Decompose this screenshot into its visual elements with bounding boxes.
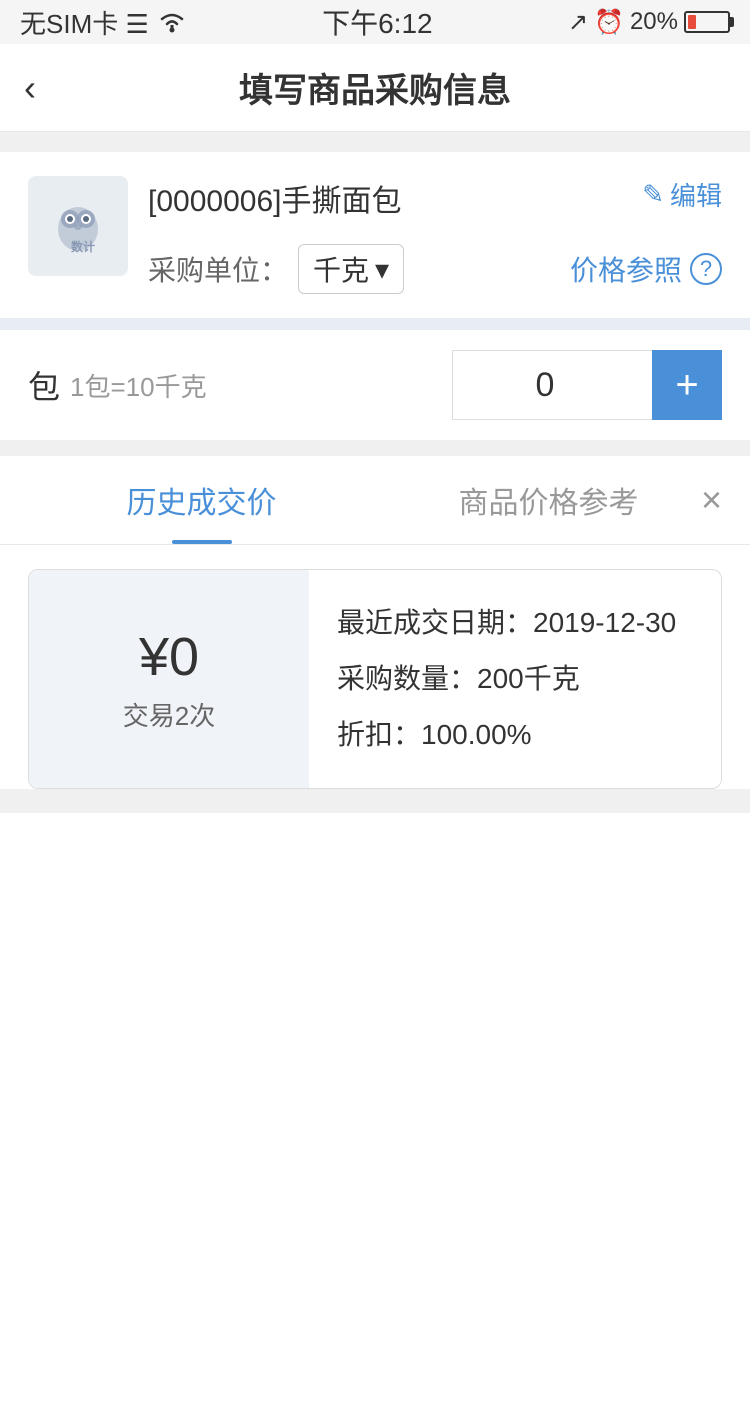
product-thumbnail: 数计	[28, 176, 128, 276]
svg-text:数计: 数计	[71, 239, 95, 254]
history-price-section: ¥0 交易2次	[29, 570, 309, 788]
purchase-qty-row: 采购数量：200千克	[337, 658, 693, 700]
status-right: ↗ ⏰ 20%	[568, 8, 730, 37]
quantity-convert: 1包=10千克	[70, 367, 207, 404]
wifi-icon	[157, 11, 187, 33]
price-ref-label: 价格参照	[570, 249, 682, 289]
help-icon: ?	[690, 253, 722, 285]
close-button[interactable]: ×	[701, 479, 722, 521]
bottom-panel: 历史成交价 商品价格参考 × ¥0 交易2次 最近成交日期：2019-12-30…	[0, 456, 750, 789]
edit-button[interactable]: ✎ 编辑	[642, 176, 722, 213]
status-left: 无SIM卡 ☰	[20, 4, 187, 41]
quantity-label: 包 1包=10千克	[28, 362, 207, 408]
quantity-plus-button[interactable]: +	[652, 350, 722, 420]
carrier-text: 无SIM卡 ☰	[20, 4, 149, 41]
status-bar: 无SIM卡 ☰ 下午6:12 ↗ ⏰ 20%	[0, 0, 750, 44]
tab-price-reference[interactable]: 商品价格参考	[375, 456, 722, 544]
product-card: 数计 [0000006]手撕面包 ✎ 编辑 采购单位： 千克 ▾	[0, 152, 750, 318]
tab-underline	[172, 540, 232, 544]
discount-row: 折扣：100.00%	[337, 714, 693, 756]
location-icon: ↗	[568, 8, 588, 37]
back-button[interactable]: ‹	[24, 67, 36, 109]
history-card: ¥0 交易2次 最近成交日期：2019-12-30 采购数量：200千克 折扣：…	[28, 569, 722, 789]
edit-icon: ✎	[642, 179, 664, 210]
unit-value: 千克	[313, 249, 369, 289]
product-info: [0000006]手撕面包 ✎ 编辑 采购单位： 千克 ▾ 价格参照 ?	[148, 176, 722, 294]
quantity-unit: 包	[28, 362, 60, 408]
product-name: [0000006]手撕面包	[148, 176, 401, 220]
tabs-row: 历史成交价 商品价格参考 ×	[0, 456, 750, 545]
chevron-down-icon: ▾	[375, 253, 389, 286]
tab-history-price[interactable]: 历史成交价	[28, 456, 375, 544]
alarm-icon: ⏰	[594, 8, 624, 37]
quantity-input-group: +	[452, 350, 722, 420]
page-title: 填写商品采购信息	[239, 63, 511, 112]
battery-icon	[684, 11, 730, 33]
history-details-section: 最近成交日期：2019-12-30 采购数量：200千克 折扣：100.00%	[309, 570, 721, 788]
history-price-value: ¥0	[139, 626, 199, 688]
owl-logo-icon: 数计	[43, 191, 113, 261]
recent-date-row: 最近成交日期：2019-12-30	[337, 602, 693, 644]
unit-label: 采购单位：	[148, 249, 288, 289]
quantity-input[interactable]	[452, 350, 652, 420]
status-time: 下午6:12	[322, 2, 433, 42]
nav-bar: ‹ 填写商品采购信息	[0, 44, 750, 132]
unit-select-dropdown[interactable]: 千克 ▾	[298, 244, 404, 294]
battery-percent: 20%	[630, 8, 678, 36]
quantity-row: 包 1包=10千克 +	[0, 330, 750, 440]
history-trade-count: 交易2次	[123, 696, 215, 733]
price-reference-button[interactable]: 价格参照 ?	[570, 249, 722, 289]
main-body	[0, 813, 750, 1413]
section-divider	[0, 318, 750, 330]
